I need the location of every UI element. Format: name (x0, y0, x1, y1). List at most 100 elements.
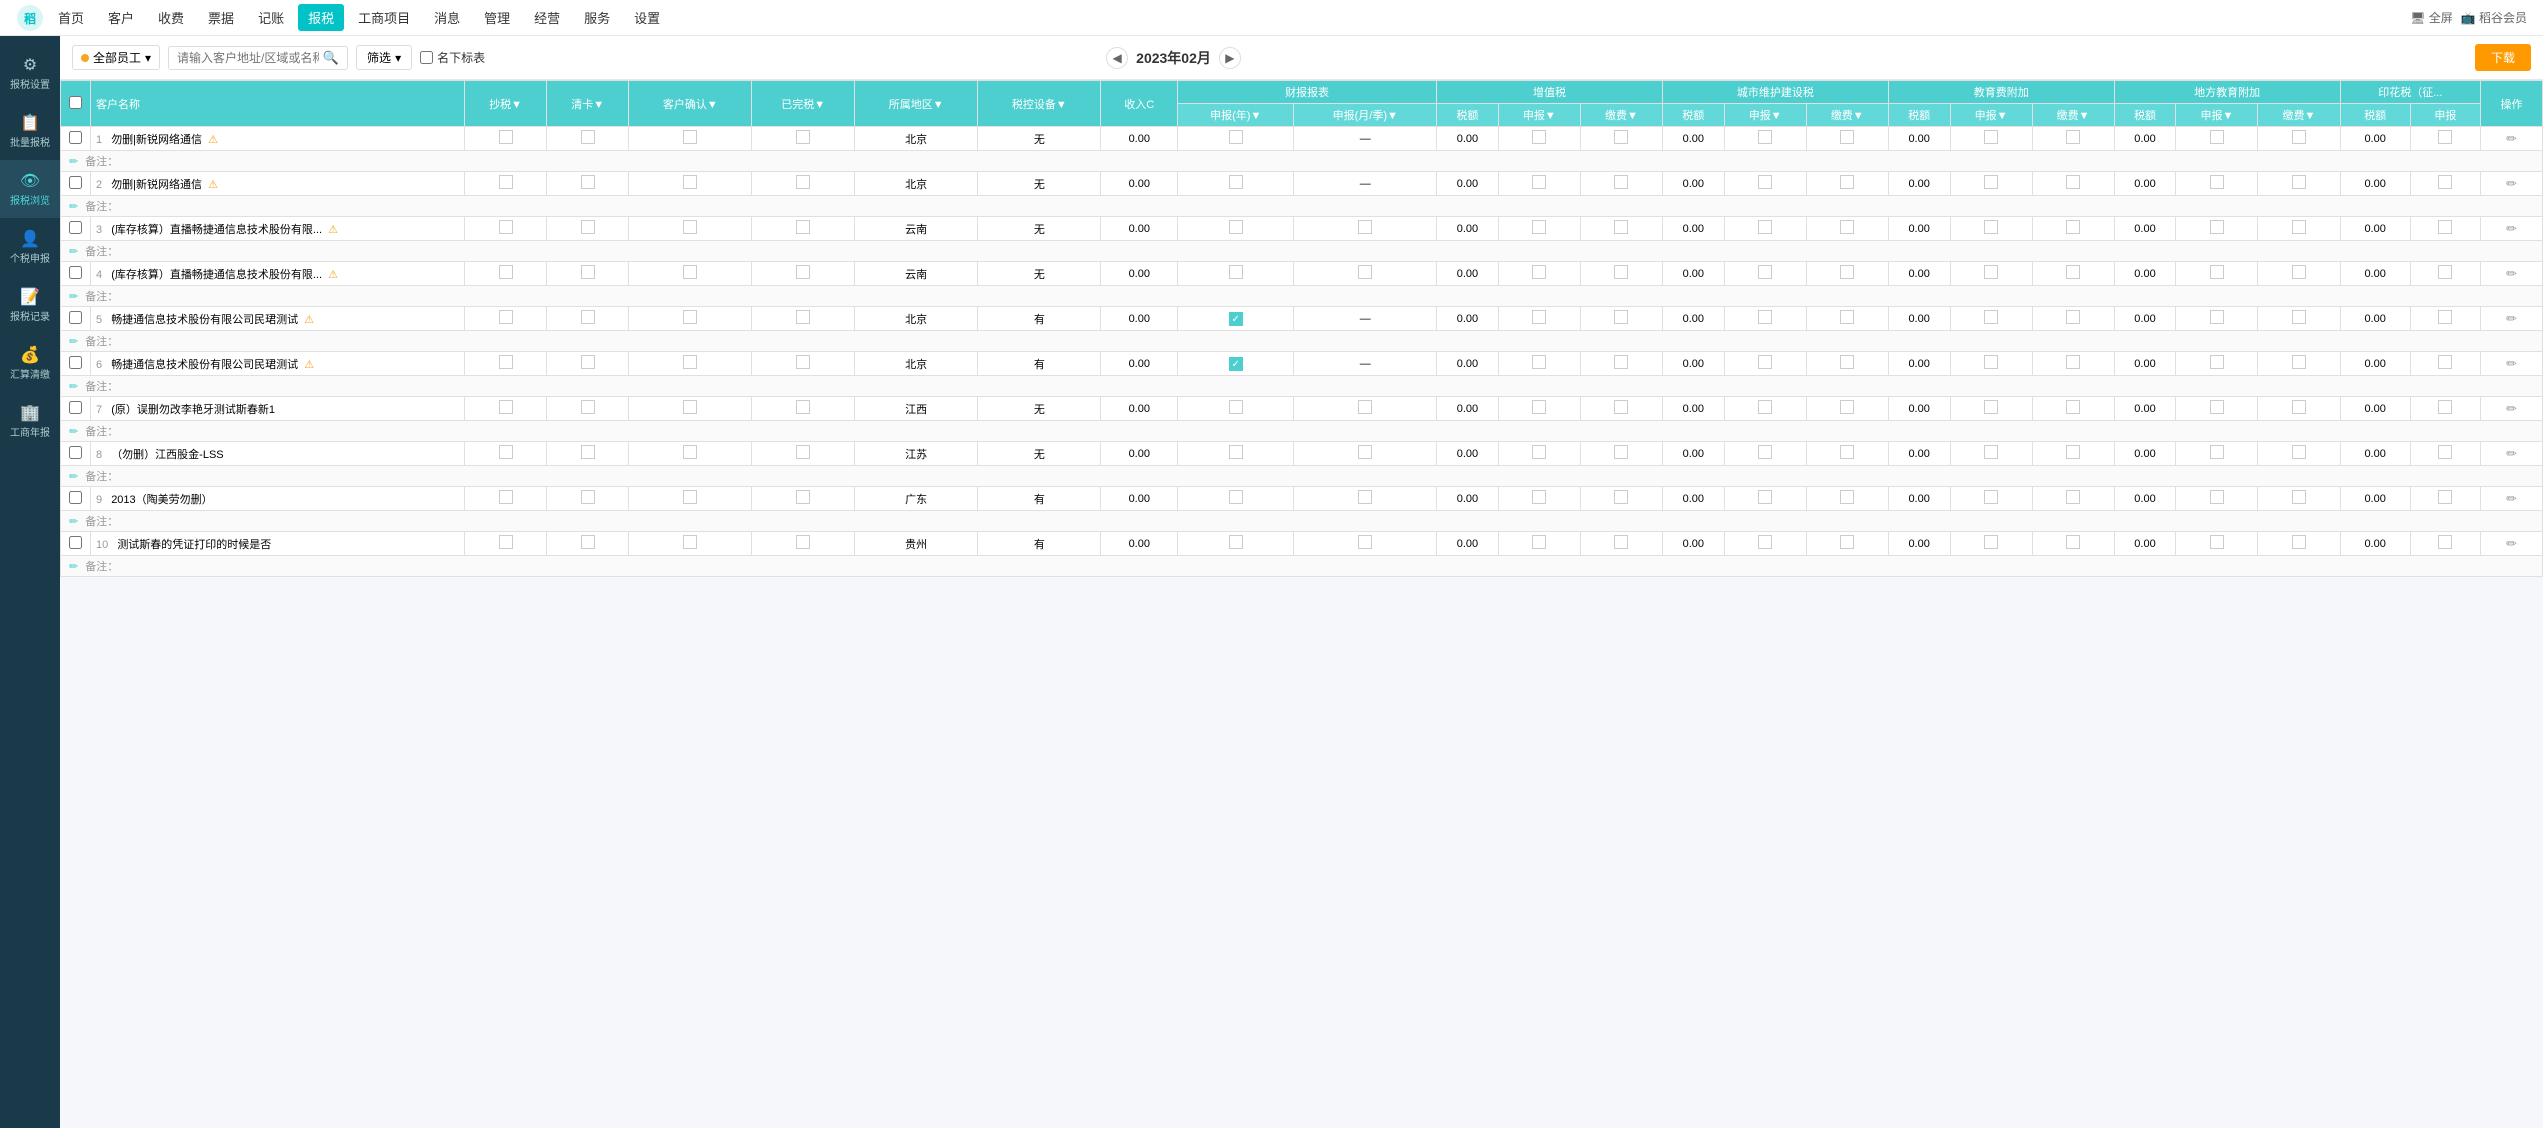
jy-shen-checkbox[interactable] (1984, 535, 1998, 549)
kehu-confirm-checkbox[interactable] (683, 535, 697, 549)
name-checkbox[interactable] (420, 51, 433, 64)
cs-jiao-checkbox[interactable] (1840, 535, 1854, 549)
note-edit-icon[interactable]: ✏ (69, 426, 78, 438)
caibao-year-checkbox[interactable] (1229, 175, 1243, 189)
row-checkbox-4[interactable] (69, 311, 82, 324)
caibao-year-checkbox[interactable] (1229, 130, 1243, 144)
download-button[interactable]: 下载 (2475, 44, 2531, 71)
row-checkbox-1[interactable] (69, 176, 82, 189)
row-checkbox-7[interactable] (69, 446, 82, 459)
df-jiao-checkbox[interactable] (2292, 490, 2306, 504)
caibao-month-checkbox[interactable] (1358, 400, 1372, 414)
caibao-year-checkbox[interactable] (1229, 445, 1243, 459)
chaoshui-checkbox[interactable] (499, 130, 513, 144)
zz-shen-checkbox[interactable] (1532, 175, 1546, 189)
nav-item-service[interactable]: 服务 (574, 4, 620, 31)
qingka-checkbox[interactable] (581, 130, 595, 144)
fullscreen-btn[interactable]: 🖥 全屏 (2410, 9, 2453, 26)
chaoshui-checkbox[interactable] (499, 265, 513, 279)
zz-shen-checkbox[interactable] (1532, 490, 1546, 504)
jy-jiao-checkbox[interactable] (2066, 220, 2080, 234)
df-jiao-checkbox[interactable] (2292, 130, 2306, 144)
df-jiao-checkbox[interactable] (2292, 310, 2306, 324)
qingka-checkbox[interactable] (581, 265, 595, 279)
cs-jiao-checkbox[interactable] (1840, 355, 1854, 369)
caibao-month-checkbox[interactable] (1358, 490, 1372, 504)
sidebar-item-tax-browse[interactable]: 👁 报税浏览 (0, 160, 60, 218)
qingka-checkbox[interactable] (581, 310, 595, 324)
filter-button[interactable]: 筛选 ▾ (356, 45, 412, 70)
zz-shen-checkbox[interactable] (1532, 355, 1546, 369)
sidebar-item-personal-tax[interactable]: 👤 个税申报 (0, 218, 60, 276)
row-checkbox-0[interactable] (69, 131, 82, 144)
row-checkbox-3[interactable] (69, 266, 82, 279)
jy-shen-checkbox[interactable] (1984, 445, 1998, 459)
nav-item-settings[interactable]: 设置 (624, 4, 670, 31)
note-edit-icon[interactable]: ✏ (69, 246, 78, 258)
df-jiao-checkbox[interactable] (2292, 445, 2306, 459)
yiwanshui-checkbox[interactable] (796, 310, 810, 324)
cs-shen-checkbox[interactable] (1758, 490, 1772, 504)
edit-icon[interactable]: ✏ (2506, 446, 2517, 461)
jy-jiao-checkbox[interactable] (2066, 445, 2080, 459)
member-btn[interactable]: 📺 稻谷会员 (2461, 9, 2527, 26)
jy-jiao-checkbox[interactable] (2066, 310, 2080, 324)
qingka-checkbox[interactable] (581, 400, 595, 414)
employee-select[interactable]: 全部员工 ▾ (72, 45, 160, 70)
yiwanshui-checkbox[interactable] (796, 355, 810, 369)
jy-jiao-checkbox[interactable] (2066, 490, 2080, 504)
jy-shen-checkbox[interactable] (1984, 310, 1998, 324)
zz-shen-checkbox[interactable] (1532, 535, 1546, 549)
jy-shen-checkbox[interactable] (1984, 265, 1998, 279)
zz-jiao-checkbox[interactable] (1614, 310, 1628, 324)
yiwanshui-checkbox[interactable] (796, 265, 810, 279)
zz-jiao-checkbox[interactable] (1614, 355, 1628, 369)
yiwanshui-checkbox[interactable] (796, 445, 810, 459)
df-jiao-checkbox[interactable] (2292, 220, 2306, 234)
df-shen-checkbox[interactable] (2210, 355, 2224, 369)
cs-shen-checkbox[interactable] (1758, 175, 1772, 189)
chaoshui-checkbox[interactable] (499, 400, 513, 414)
zz-shen-checkbox[interactable] (1532, 445, 1546, 459)
yh-shen-checkbox[interactable] (2438, 175, 2452, 189)
yh-shen-checkbox[interactable] (2438, 400, 2452, 414)
yiwanshui-checkbox[interactable] (796, 175, 810, 189)
teal-check[interactable]: ✓ (1229, 357, 1243, 371)
yiwanshui-checkbox[interactable] (796, 130, 810, 144)
kehu-confirm-checkbox[interactable] (683, 130, 697, 144)
next-month-button[interactable]: ▶ (1219, 47, 1241, 69)
nav-item-tax[interactable]: 报税 (298, 4, 344, 31)
note-edit-icon[interactable]: ✏ (69, 516, 78, 528)
note-edit-icon[interactable]: ✏ (69, 561, 78, 573)
cs-jiao-checkbox[interactable] (1840, 175, 1854, 189)
nav-item-invoice[interactable]: 票据 (198, 4, 244, 31)
edit-icon[interactable]: ✏ (2506, 311, 2517, 326)
search-input[interactable] (177, 51, 319, 65)
cs-jiao-checkbox[interactable] (1840, 445, 1854, 459)
cs-jiao-checkbox[interactable] (1840, 265, 1854, 279)
teal-check[interactable]: ✓ (1229, 312, 1243, 326)
note-edit-icon[interactable]: ✏ (69, 156, 78, 168)
df-shen-checkbox[interactable] (2210, 400, 2224, 414)
cs-jiao-checkbox[interactable] (1840, 310, 1854, 324)
note-edit-icon[interactable]: ✏ (69, 291, 78, 303)
df-shen-checkbox[interactable] (2210, 130, 2224, 144)
zz-jiao-checkbox[interactable] (1614, 130, 1628, 144)
jy-jiao-checkbox[interactable] (2066, 535, 2080, 549)
chaoshui-checkbox[interactable] (499, 535, 513, 549)
kehu-confirm-checkbox[interactable] (683, 310, 697, 324)
cs-shen-checkbox[interactable] (1758, 220, 1772, 234)
qingka-checkbox[interactable] (581, 535, 595, 549)
note-edit-icon[interactable]: ✏ (69, 471, 78, 483)
yh-shen-checkbox[interactable] (2438, 535, 2452, 549)
kehu-confirm-checkbox[interactable] (683, 175, 697, 189)
yiwanshui-checkbox[interactable] (796, 535, 810, 549)
note-edit-icon[interactable]: ✏ (69, 381, 78, 393)
sidebar-item-annual-report[interactable]: 🏢 工商年报 (0, 392, 60, 450)
df-shen-checkbox[interactable] (2210, 490, 2224, 504)
zz-jiao-checkbox[interactable] (1614, 265, 1628, 279)
kehu-confirm-checkbox[interactable] (683, 355, 697, 369)
chaoshui-checkbox[interactable] (499, 490, 513, 504)
chaoshui-checkbox[interactable] (499, 220, 513, 234)
row-checkbox-2[interactable] (69, 221, 82, 234)
